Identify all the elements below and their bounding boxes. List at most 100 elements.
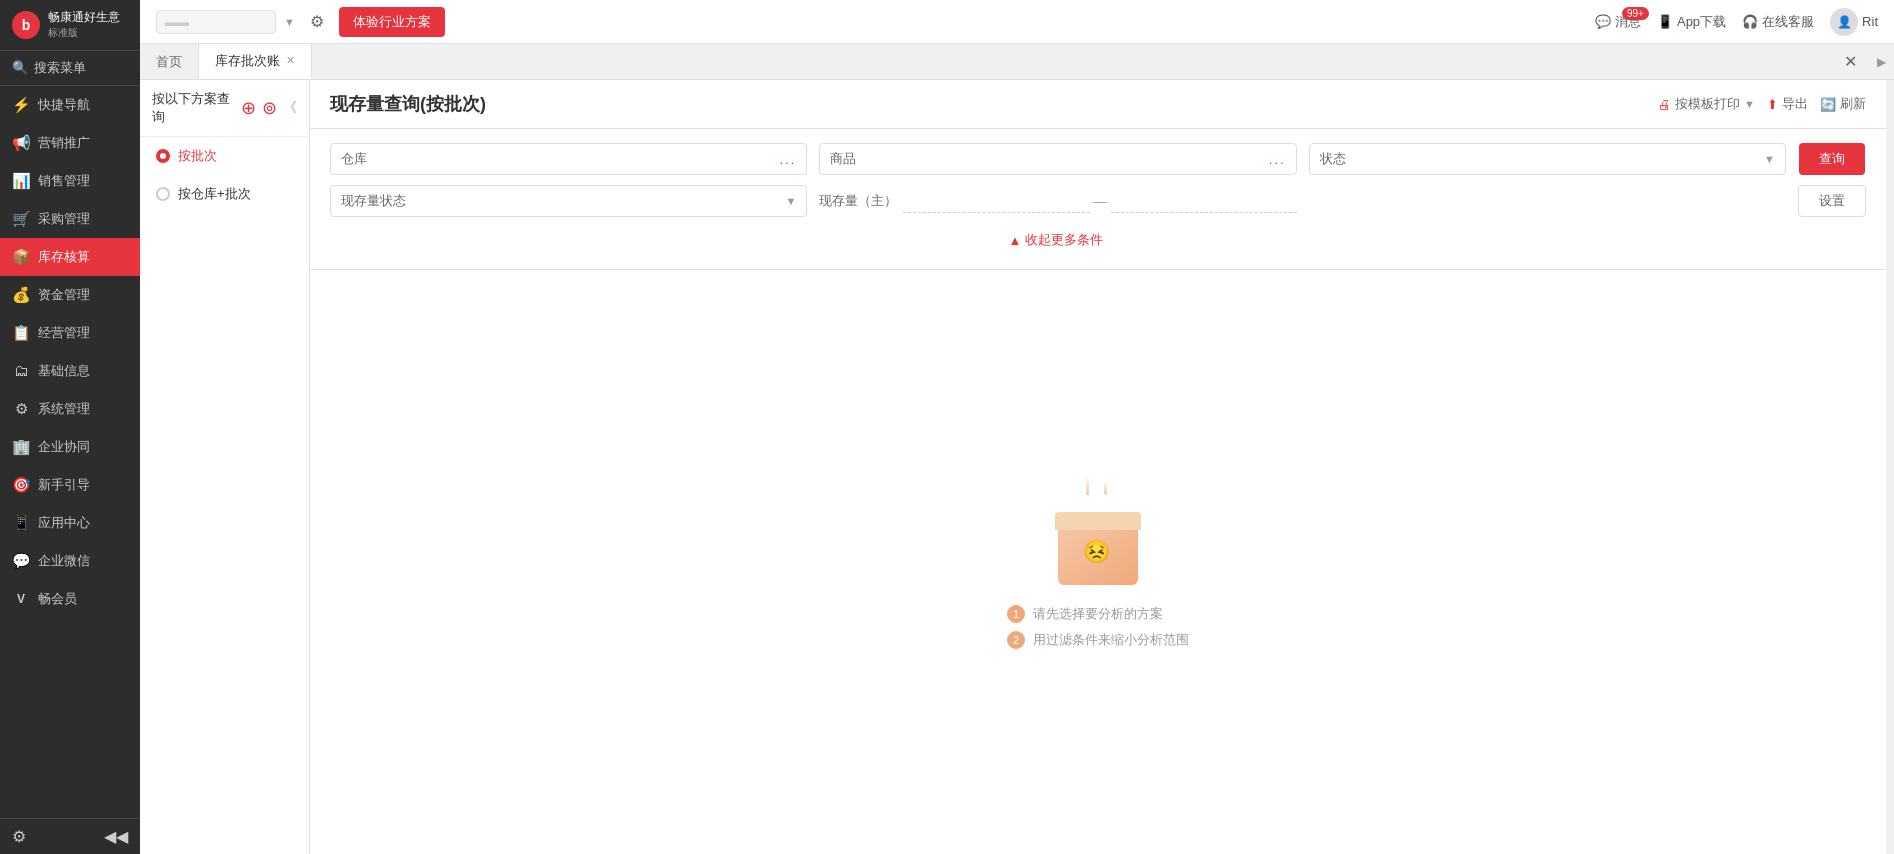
messages-badge: 99+ <box>1622 7 1649 20</box>
steam-1 <box>1086 475 1089 495</box>
inventory-quantity-filter: 现存量（主） — <box>819 189 1296 213</box>
app-download-action[interactable]: 📱 App下载 <box>1657 13 1726 31</box>
user-name: Rit <box>1862 14 1878 29</box>
sidebar-item-finance[interactable]: 💰 资金管理 <box>0 276 140 314</box>
radio-batch-icon <box>156 149 170 163</box>
tabbar: 首页 库存批次账 ✕ ✕ ▶ <box>140 44 1894 80</box>
tab-home-label: 首页 <box>156 53 182 71</box>
sidebar-item-wechat[interactable]: 💬 企业微信 <box>0 542 140 580</box>
hint-2: 2 用过滤条件来缩小分析范围 <box>1007 631 1189 649</box>
warehouse-label: 仓库 <box>341 150 367 168</box>
sidebar-item-label: 资金管理 <box>38 286 90 304</box>
basic-icon: 🗂 <box>12 362 30 380</box>
sidebar-item-label: 营销推广 <box>38 134 90 152</box>
tab-active-label: 库存批次账 <box>215 52 280 70</box>
print-label: 按模板打印 <box>1675 95 1740 113</box>
status-arrow[interactable]: ▼ <box>1764 153 1775 165</box>
add-scheme-icon[interactable]: ⊕ <box>241 97 256 119</box>
collapse-filters-button[interactable]: ▲ 收起更多条件 <box>330 225 1786 255</box>
topbar-right: 💬 消息 99+ 📱 App下载 🎧 在线客服 👤 Rit <box>1595 8 1878 36</box>
apps-icon: 📱 <box>12 514 30 532</box>
empty-hints: 1 请先选择要分析的方案 2 用过滤条件来缩小分析范围 <box>1007 605 1189 649</box>
messages-action[interactable]: 💬 消息 99+ <box>1595 13 1641 31</box>
inv-status-arrow[interactable]: ▼ <box>785 195 796 207</box>
online-service-action[interactable]: 🎧 在线客服 <box>1742 13 1814 31</box>
quantity-max-input[interactable] <box>1111 189 1297 213</box>
quantity-min-input[interactable] <box>903 189 1089 213</box>
radio-inner <box>160 153 166 159</box>
newbie-icon: 🎯 <box>12 476 30 494</box>
member-icon: V <box>12 590 30 608</box>
topbar-gear-icon[interactable]: ⚙ <box>303 8 331 36</box>
refresh-label: 刷新 <box>1840 95 1866 113</box>
sidebar-item-newbie[interactable]: 🎯 新手引导 <box>0 466 140 504</box>
topbar-dropdown-arrow[interactable]: ▼ <box>284 16 295 28</box>
enterprise-icon: 🏢 <box>12 438 30 456</box>
tab-home[interactable]: 首页 <box>140 44 199 79</box>
warehouse-input[interactable]: 仓库 ... <box>330 143 807 175</box>
wechat-icon: 💬 <box>12 552 30 570</box>
sidebar-item-inventory[interactable]: 📦 库存核算 <box>0 238 140 276</box>
refresh-button[interactable]: 🔄 刷新 <box>1820 95 1866 113</box>
warehouse-filter: 仓库 ... <box>330 143 807 175</box>
sidebar-item-quick-nav[interactable]: ⚡ 快捷导航 <box>0 86 140 124</box>
status-filter: 状态 ▼ <box>1309 143 1786 175</box>
scheme-by-warehouse-batch[interactable]: 按仓库+批次 <box>140 175 309 213</box>
sidebar-item-marketing[interactable]: 📢 营销推广 <box>0 124 140 162</box>
query-button[interactable]: 查询 <box>1799 143 1865 175</box>
sidebar-item-purchase[interactable]: 🛒 采购管理 <box>0 200 140 238</box>
right-content: 现存量查询(按批次) 🖨 按模板打印 ▼ ⬆ 导出 🔄 刷新 <box>310 80 1886 854</box>
product-label: 商品 <box>830 150 856 168</box>
tabbar-close-button[interactable]: ✕ <box>1832 44 1869 79</box>
sidebar-item-system[interactable]: ⚙ 系统管理 <box>0 390 140 428</box>
scrollbar[interactable] <box>1886 80 1894 854</box>
user-avatar: 👤 <box>1830 8 1858 36</box>
settings-button[interactable]: 设置 <box>1798 185 1866 217</box>
tab-inventory-batch[interactable]: 库存批次账 ✕ <box>199 44 312 79</box>
sidebar-item-label: 系统管理 <box>38 400 90 418</box>
inventory-status-input[interactable]: 现存量状态 ▼ <box>330 185 807 217</box>
search-box-text: ▬▬ <box>165 15 189 29</box>
sidebar-item-label: 经营管理 <box>38 324 90 342</box>
app-download-icon: 📱 <box>1657 14 1673 29</box>
warehouse-dots[interactable]: ... <box>779 152 796 167</box>
topbar-search-box[interactable]: ▬▬ <box>156 10 276 34</box>
brand-sub: 标准版 <box>48 26 120 40</box>
sidebar-header: b 畅康通好生意 标准版 <box>0 0 140 51</box>
messages-icon: 💬 <box>1595 14 1611 29</box>
sidebar-item-basic[interactable]: 🗂 基础信息 <box>0 352 140 390</box>
product-dots[interactable]: ... <box>1269 152 1286 167</box>
hint-2-text: 用过滤条件来缩小分析范围 <box>1033 631 1189 649</box>
print-button[interactable]: 🖨 按模板打印 ▼ <box>1658 95 1755 113</box>
export-button[interactable]: ⬆ 导出 <box>1767 95 1808 113</box>
user-profile[interactable]: 👤 Rit <box>1830 8 1878 36</box>
settings-scheme-icon[interactable]: ⊚ <box>262 97 277 119</box>
sidebar-item-operation[interactable]: 📋 经营管理 <box>0 314 140 352</box>
purchase-icon: 🛒 <box>12 210 30 228</box>
sidebar-search[interactable]: 🔍 搜索菜单 <box>0 51 140 86</box>
product-input[interactable]: 商品 ... <box>819 143 1296 175</box>
status-input[interactable]: 状态 ▼ <box>1309 143 1786 175</box>
tabbar-right-arrow[interactable]: ▶ <box>1869 44 1894 79</box>
main-area: ▬▬ ▼ ⚙ 体验行业方案 💬 消息 99+ 📱 App下载 🎧 在线客服 <box>140 0 1894 854</box>
topbar: ▬▬ ▼ ⚙ 体验行业方案 💬 消息 99+ 📱 App下载 🎧 在线客服 <box>140 0 1894 44</box>
sidebar-item-enterprise[interactable]: 🏢 企业协同 <box>0 428 140 466</box>
sales-icon: 📊 <box>12 172 30 190</box>
scheme-by-batch[interactable]: 按批次 <box>140 137 309 175</box>
collapse-label: 收起更多条件 <box>1025 231 1103 249</box>
sidebar-item-member[interactable]: V 畅会员 <box>0 580 140 618</box>
sidebar-item-sales[interactable]: 📊 销售管理 <box>0 162 140 200</box>
collapse-panel-icon[interactable]: 《 <box>283 99 297 117</box>
tab-close-button[interactable]: ✕ <box>286 54 295 67</box>
sidebar-item-label: 库存核算 <box>38 248 90 266</box>
inventory-status-filter: 现存量状态 ▼ <box>330 185 807 217</box>
content-area: 按以下方案查询 ⊕ ⊚ 《 按批次 按仓库+批次 <box>140 80 1894 854</box>
collapse-sidebar-icon[interactable]: ◀◀ <box>104 827 128 846</box>
trial-industry-button[interactable]: 体验行业方案 <box>339 7 445 37</box>
print-dropdown-arrow[interactable]: ▼ <box>1744 98 1755 110</box>
sidebar: b 畅康通好生意 标准版 🔍 搜索菜单 ⚡ 快捷导航 📢 营销推广 📊 销售管理… <box>0 0 140 854</box>
empty-illustration: 😣 <box>1038 475 1158 585</box>
settings-footer-icon[interactable]: ⚙ <box>12 827 26 846</box>
sidebar-item-apps[interactable]: 📱 应用中心 <box>0 504 140 542</box>
inventory-icon: 📦 <box>12 248 30 266</box>
